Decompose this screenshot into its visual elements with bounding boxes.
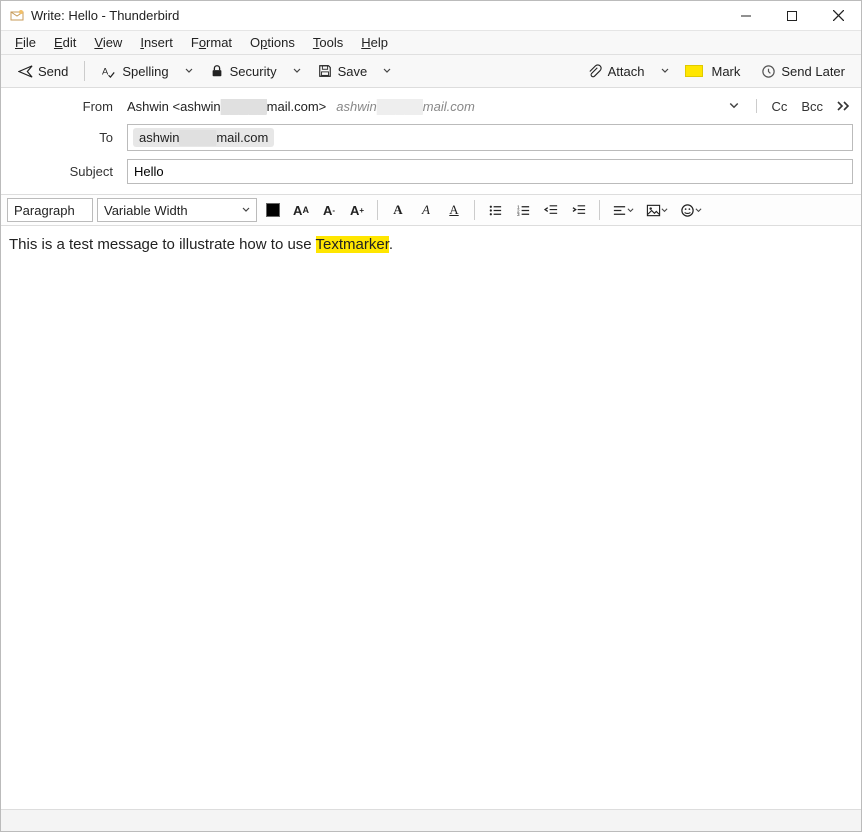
- from-identity[interactable]: Ashwin <ashwin█████mail.com> ashwin█████…: [127, 96, 853, 116]
- titlebar: Write: Hello - Thunderbird: [1, 1, 861, 31]
- separator: [599, 200, 600, 220]
- spelling-button[interactable]: A Spelling: [93, 59, 176, 83]
- save-button[interactable]: Save: [309, 59, 376, 83]
- body-text-before: This is a test message to illustrate how…: [9, 236, 316, 253]
- window-title: Write: Hello - Thunderbird: [31, 8, 179, 23]
- bcc-button[interactable]: Bcc: [801, 99, 823, 114]
- format-toolbar: Paragraph Variable Width AA A- A+ A A A …: [1, 195, 861, 226]
- security-dropdown[interactable]: [289, 61, 305, 81]
- subject-label: Subject: [9, 164, 119, 179]
- color-swatch-icon: [266, 203, 280, 217]
- align-button[interactable]: [608, 198, 638, 222]
- status-bar: [1, 809, 861, 831]
- svg-text:3: 3: [516, 212, 519, 217]
- separator: [377, 200, 378, 220]
- attach-dropdown[interactable]: [657, 61, 673, 81]
- menu-file[interactable]: File: [7, 33, 44, 52]
- chevron-down-icon: [661, 207, 668, 214]
- save-dropdown[interactable]: [379, 61, 395, 81]
- save-icon: [317, 63, 333, 79]
- spelling-icon: A: [101, 63, 117, 79]
- menu-view[interactable]: View: [86, 33, 130, 52]
- separator: [756, 99, 757, 113]
- bold-button[interactable]: A: [386, 198, 410, 222]
- send-button[interactable]: Send: [9, 59, 76, 83]
- paperclip-icon: [587, 63, 603, 79]
- font-family-select[interactable]: Variable Width: [97, 198, 257, 222]
- send-label: Send: [38, 64, 68, 79]
- spelling-dropdown[interactable]: [181, 61, 197, 81]
- body-highlight: Textmarker: [316, 236, 389, 253]
- save-label: Save: [338, 64, 368, 79]
- send-icon: [17, 63, 33, 79]
- menu-options[interactable]: Options: [242, 33, 303, 52]
- chevron-down-icon: [242, 206, 250, 214]
- menu-insert[interactable]: Insert: [132, 33, 181, 52]
- increase-font-button[interactable]: A+: [345, 198, 369, 222]
- menu-tools[interactable]: Tools: [305, 33, 351, 52]
- from-dropdown-icon[interactable]: [726, 96, 742, 116]
- subject-input[interactable]: [127, 159, 853, 184]
- attach-button[interactable]: Attach: [579, 59, 653, 83]
- highlighter-icon: [685, 65, 703, 77]
- underline-button[interactable]: A: [442, 198, 466, 222]
- numbered-list-button[interactable]: 123: [511, 198, 535, 222]
- mark-label: Mark: [712, 64, 741, 79]
- paragraph-style-select[interactable]: Paragraph: [7, 198, 93, 222]
- to-chip[interactable]: ashwin████mail.com: [133, 128, 274, 147]
- bullet-list-button[interactable]: [483, 198, 507, 222]
- send-later-label: Send Later: [781, 64, 845, 79]
- security-button[interactable]: Security: [201, 59, 285, 83]
- separator: [84, 61, 85, 81]
- menu-edit[interactable]: Edit: [46, 33, 84, 52]
- italic-button[interactable]: A: [414, 198, 438, 222]
- subject-row: Subject: [9, 155, 853, 188]
- text-color-button[interactable]: [261, 198, 285, 222]
- minimize-button[interactable]: [723, 1, 769, 31]
- insert-image-button[interactable]: [642, 198, 672, 222]
- security-label: Security: [230, 64, 277, 79]
- spelling-label: Spelling: [122, 64, 168, 79]
- menu-help[interactable]: Help: [353, 33, 396, 52]
- send-later-button[interactable]: Send Later: [752, 59, 853, 83]
- from-secondary: ashwin█████mail.com: [336, 99, 475, 114]
- outdent-button[interactable]: [539, 198, 563, 222]
- menu-format[interactable]: Format: [183, 33, 240, 52]
- menu-bar: File Edit View Insert Format Options Too…: [1, 31, 861, 55]
- indent-button[interactable]: [567, 198, 591, 222]
- mark-button[interactable]: Mark: [677, 60, 749, 83]
- insert-emoji-button[interactable]: [676, 198, 706, 222]
- more-recipients-icon[interactable]: [837, 100, 853, 112]
- to-row: To ashwin████mail.com: [9, 120, 853, 155]
- chevron-down-icon: [627, 207, 634, 214]
- maximize-button[interactable]: [769, 1, 815, 31]
- from-row: From Ashwin <ashwin█████mail.com> ashwin…: [9, 92, 853, 120]
- svg-text:A: A: [102, 66, 109, 76]
- to-label: To: [9, 130, 119, 145]
- address-area: From Ashwin <ashwin█████mail.com> ashwin…: [1, 88, 861, 195]
- menu-file-label: ile: [23, 35, 36, 50]
- decrease-font-button[interactable]: A-: [317, 198, 341, 222]
- font-size-preset-button[interactable]: AA: [289, 198, 313, 222]
- to-field[interactable]: ashwin████mail.com: [127, 124, 853, 151]
- lock-icon: [209, 63, 225, 79]
- body-text-after: .: [389, 236, 393, 253]
- compose-icon: [9, 8, 25, 24]
- close-button[interactable]: [815, 1, 861, 31]
- separator: [474, 200, 475, 220]
- paragraph-style-value: Paragraph: [14, 203, 75, 218]
- clock-icon: [760, 63, 776, 79]
- main-toolbar: Send A Spelling Security Save Attach: [1, 55, 861, 88]
- font-family-value: Variable Width: [104, 203, 188, 218]
- attach-label: Attach: [608, 64, 645, 79]
- chevron-down-icon: [695, 207, 702, 214]
- message-body[interactable]: This is a test message to illustrate how…: [1, 226, 861, 809]
- cc-button[interactable]: Cc: [771, 99, 787, 114]
- from-label: From: [9, 99, 119, 114]
- from-display: Ashwin <ashwin█████mail.com>: [127, 99, 326, 114]
